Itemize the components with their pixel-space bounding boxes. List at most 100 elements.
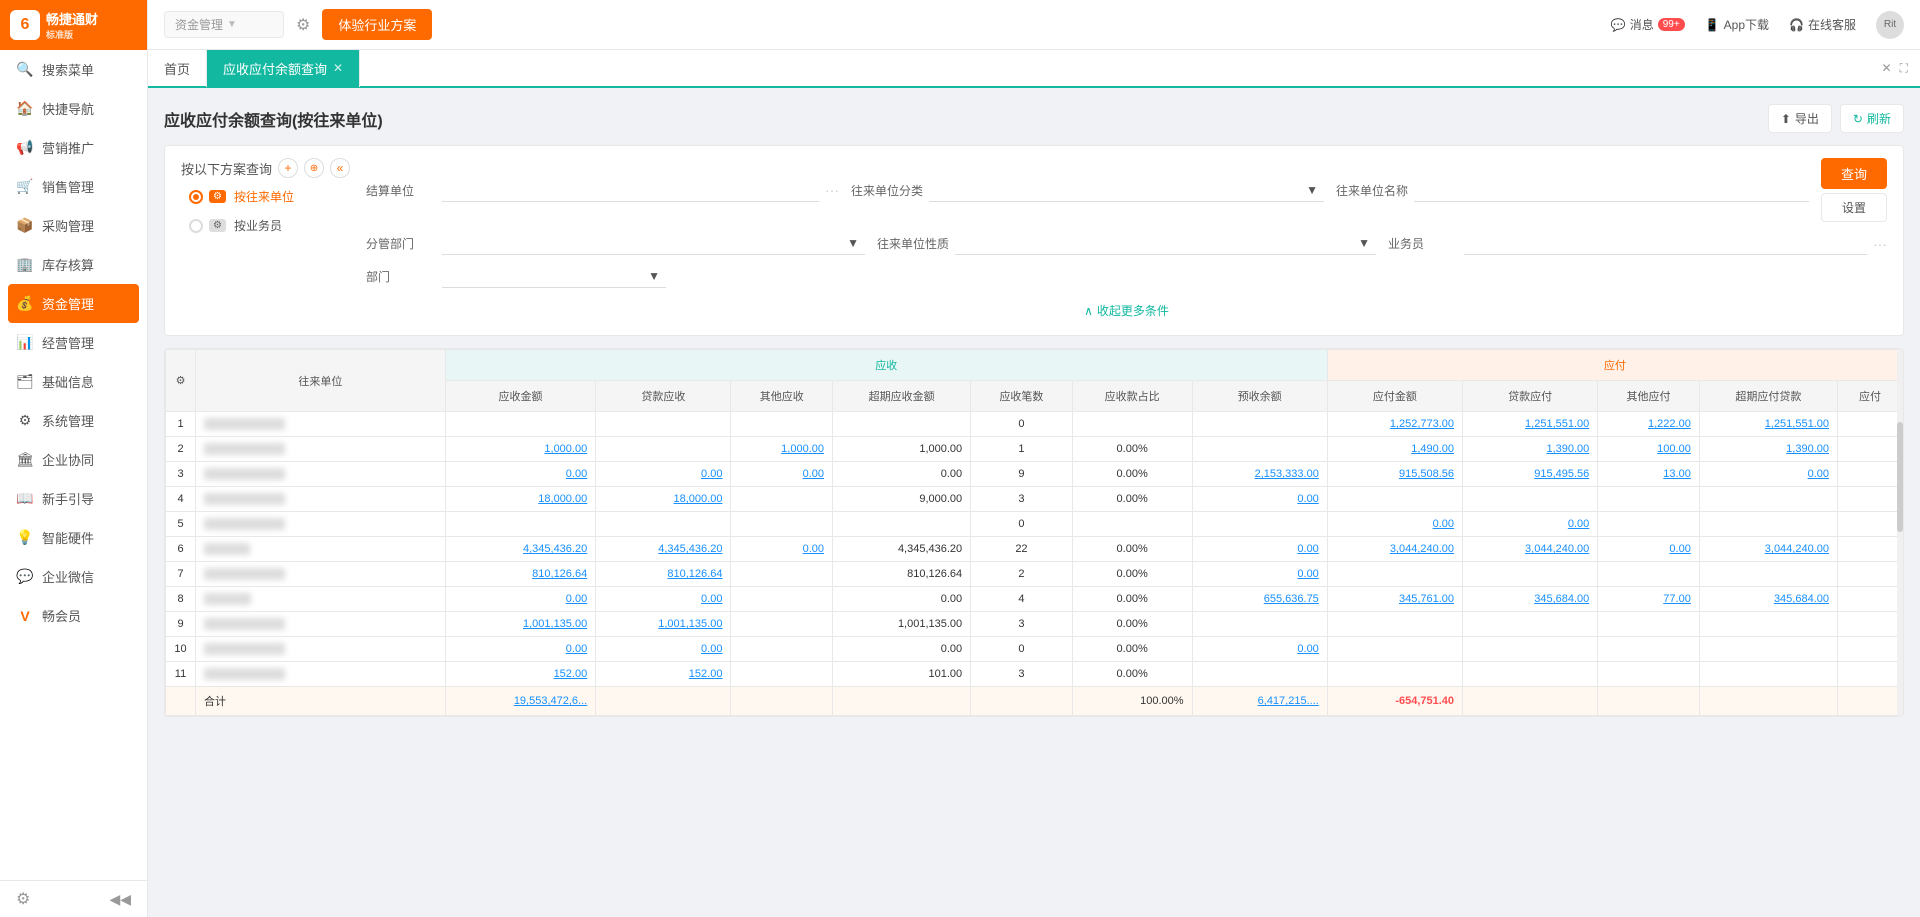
salesman-dots[interactable]: ···: [1873, 236, 1887, 252]
sidebar-item-purchase[interactable]: 📦 采购管理: [0, 206, 147, 245]
chevron-down-icon: ▼: [227, 19, 237, 30]
scrollbar-thumb[interactable]: [1897, 422, 1903, 532]
sidebar-item-sales[interactable]: 🛒 销售管理: [0, 167, 147, 206]
sidebar-item-guide[interactable]: 📖 新手引导: [0, 479, 147, 518]
target-scheme-btn[interactable]: ⊕: [304, 158, 324, 178]
table-row: 4 18,000.0018,000.009,000.0030.00%0.00: [166, 487, 1903, 512]
footer-ar-ratio: 100.00%: [1072, 687, 1192, 716]
filter-managing-dept: 分管部门 ▼: [366, 232, 865, 255]
sidebar-item-enterprise[interactable]: 🏛 企业协同: [0, 440, 147, 479]
app-download-button[interactable]: 📱 App下载: [1705, 16, 1769, 33]
sidebar-settings-icon[interactable]: ⚙: [16, 889, 30, 909]
col-ar-other: 其他应收: [731, 381, 833, 412]
breadcrumb[interactable]: 资金管理 ▼: [164, 11, 284, 38]
refresh-button[interactable]: ↻ 刷新: [1840, 104, 1904, 133]
department-select[interactable]: ▼: [442, 265, 666, 288]
footer-ap-col: [1838, 687, 1903, 716]
footer-settings: [166, 687, 196, 716]
managing-dept-select[interactable]: ▼: [442, 232, 865, 255]
service-icon: 🎧: [1789, 18, 1804, 32]
col-ar-prepay: 预收余额: [1192, 381, 1327, 412]
sidebar-item-marketing[interactable]: 📢 营销推广: [0, 128, 147, 167]
message-icon: 💬: [1611, 18, 1626, 32]
topbar-right: 💬 消息 99+ 📱 App下载 🎧 在线客服 Rit: [1611, 11, 1904, 39]
add-scheme-btn[interactable]: +: [278, 158, 298, 178]
footer-ap-amount: -654,751.40: [1327, 687, 1462, 716]
table-row: 6¥4,345,436.204,345,436.200.004,345,436.…: [166, 537, 1903, 562]
collapse-more-button[interactable]: ∧ 收起更多条件: [366, 298, 1887, 323]
sidebar-item-quick-nav[interactable]: 🏠 快捷导航: [0, 89, 147, 128]
filter-trading-unit-category: 往来单位分类 ▼: [851, 179, 1324, 202]
tab-ar-ap[interactable]: 应收应付余额查询 ✕: [207, 50, 360, 87]
logo: 6 畅捷通财 标准版: [0, 0, 147, 50]
tab-home[interactable]: 首页: [148, 50, 207, 87]
promo-button[interactable]: 体验行业方案: [322, 9, 432, 40]
sidebar-item-operations[interactable]: 📊 经营管理: [0, 323, 147, 362]
sidebar-item-smart-hw[interactable]: 💡 智能硬件: [0, 518, 147, 557]
table-row: 1 01,252,773.001,251,551.001,222.001,251…: [166, 412, 1903, 437]
tab-close-icon[interactable]: ✕: [333, 61, 343, 75]
export-icon: ⬆: [1781, 112, 1791, 126]
sidebar-item-search[interactable]: 🔍 搜索菜单: [0, 50, 147, 89]
inventory-icon: 🏢: [16, 256, 34, 273]
query-button[interactable]: 查询: [1821, 158, 1887, 189]
guide-icon: 📖: [16, 490, 34, 507]
breadcrumb-text: 资金管理: [175, 16, 223, 33]
filter-row-1: 结算单位 ··· 往来单位分类 ▼ 往来单位名称: [366, 158, 1887, 222]
back-scheme-btn[interactable]: «: [330, 158, 350, 178]
topbar-settings-icon[interactable]: ⚙: [296, 15, 310, 35]
sidebar-item-system[interactable]: ⚙ 系统管理: [0, 401, 147, 440]
filter-salesman: 业务员 ···: [1388, 232, 1887, 255]
user-avatar-button[interactable]: Rit: [1876, 11, 1904, 39]
trading-unit-category-select[interactable]: ▼: [929, 179, 1324, 202]
collapse-icon: ∧: [1084, 304, 1093, 318]
footer-ar-amount[interactable]: 19,553,472,6...: [445, 687, 596, 716]
footer-ap-other: [1598, 687, 1700, 716]
setting-button[interactable]: 设置: [1821, 193, 1887, 222]
scheme-label: 按以下方案查询 + ⊕ «: [181, 158, 350, 178]
sidebar-collapse-icon[interactable]: ◀◀: [109, 891, 131, 908]
footer-ap-overdue: [1699, 687, 1837, 716]
trading-unit-name-input[interactable]: [1414, 179, 1809, 202]
footer-label: 合计: [196, 687, 446, 716]
settlement-unit-dots[interactable]: ···: [825, 182, 839, 198]
table-row: 2 1,000.001,000.001,000.0010.00%1,490.00…: [166, 437, 1903, 462]
col-ap-col: 应付: [1838, 381, 1903, 412]
close-window-icon[interactable]: ✕: [1882, 61, 1892, 75]
scheme-option-by-salesman[interactable]: ⚙ 按业务员: [181, 213, 350, 238]
sidebar-item-finance[interactable]: 💰 资金管理: [8, 284, 139, 323]
online-service-button[interactable]: 🎧 在线客服: [1789, 16, 1856, 33]
logo-text: 畅捷通财 标准版: [46, 9, 98, 41]
col-ap-other: 其他应付: [1598, 381, 1700, 412]
col-group-ap: 应付: [1327, 350, 1902, 381]
sidebar-item-member[interactable]: V 畅会员: [0, 596, 147, 635]
table-settings-col[interactable]: ⚙: [166, 350, 196, 412]
filter-trading-unit-name: 往来单位名称: [1336, 179, 1809, 202]
col-ap-loan: 贷款应付: [1463, 381, 1598, 412]
basic-info-icon: 🗂: [16, 373, 34, 390]
sidebar-item-inventory[interactable]: 🏢 库存核算: [0, 245, 147, 284]
scrollbar-track[interactable]: [1897, 349, 1903, 716]
sidebar-item-basic-info[interactable]: 🗂 基础信息: [0, 362, 147, 401]
marketing-icon: 📢: [16, 139, 34, 156]
system-icon: ⚙: [16, 412, 34, 429]
main-content: 首页 应收应付余额查询 ✕ ✕ ⛶ 应收应付余额查询(按往来单位) ⬆ 导出 ↻…: [148, 50, 1920, 917]
export-button[interactable]: ⬆ 导出: [1768, 104, 1832, 133]
message-button[interactable]: 💬 消息 99+: [1611, 16, 1685, 33]
scheme-option-by-unit[interactable]: ⚙ 按往来单位: [181, 184, 350, 209]
sidebar-item-wechat[interactable]: 💬 企业微信: [0, 557, 147, 596]
maximize-icon[interactable]: ⛶: [1900, 61, 1908, 76]
filter-settlement-unit: 结算单位 ···: [366, 179, 839, 202]
col-ar-loan: 贷款应收: [596, 381, 731, 412]
scheme-selector: 按以下方案查询 + ⊕ « ⚙ 按往来单位 ⚙: [181, 158, 350, 323]
filter-row-2: 分管部门 ▼ 往来单位性质 ▼: [366, 232, 1887, 255]
filter-trading-unit-nature: 往来单位性质 ▼: [877, 232, 1376, 255]
table-row: 11 152.00152.00101.0030.00%: [166, 662, 1903, 687]
table-row: 7 810,126.64810,126.64810,126.6420.00%0.…: [166, 562, 1903, 587]
settlement-unit-input[interactable]: [442, 179, 819, 202]
page-actions: ⬆ 导出 ↻ 刷新: [1768, 104, 1904, 133]
footer-ar-prepay[interactable]: 6,417,215....: [1192, 687, 1327, 716]
trading-unit-nature-select[interactable]: ▼: [955, 232, 1376, 255]
salesman-input[interactable]: [1464, 232, 1867, 255]
wechat-icon: 💬: [16, 568, 34, 585]
